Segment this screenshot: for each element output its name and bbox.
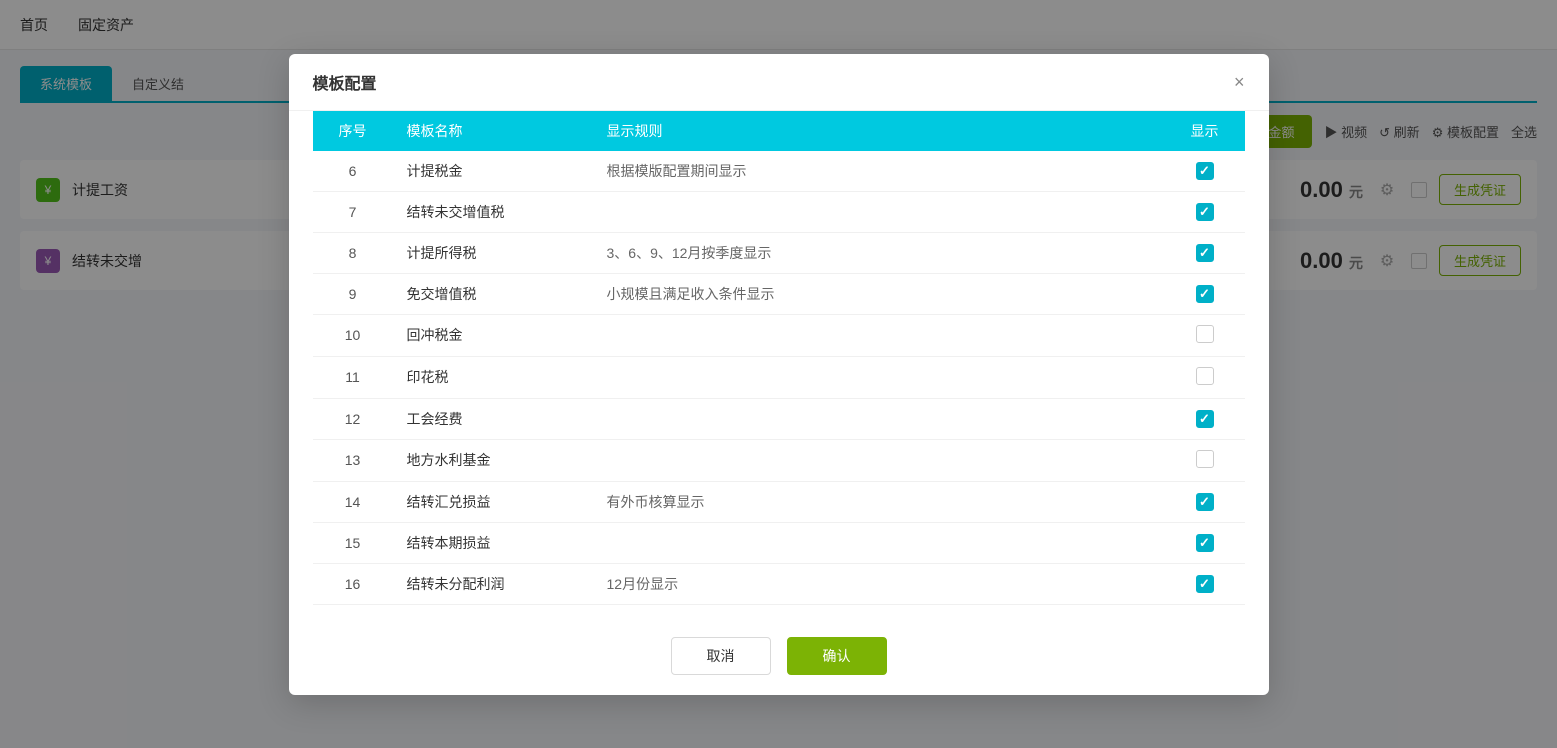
row-seq: 11 bbox=[313, 356, 393, 398]
row-checkbox[interactable] bbox=[1196, 367, 1214, 385]
row-seq: 15 bbox=[313, 522, 393, 563]
table-row: 15结转本期损益 bbox=[313, 522, 1245, 563]
close-icon[interactable]: × bbox=[1234, 73, 1245, 91]
row-rule bbox=[593, 439, 1165, 481]
row-name: 结转本期损益 bbox=[393, 522, 593, 563]
row-rule: 12月份显示 bbox=[593, 563, 1165, 604]
row-name: 计提所得税 bbox=[393, 232, 593, 273]
modal-footer: 取消 确认 bbox=[289, 621, 1269, 695]
row-rule bbox=[593, 356, 1165, 398]
row-name: 计提税金 bbox=[393, 151, 593, 192]
row-display bbox=[1165, 232, 1245, 273]
row-name: 回冲税金 bbox=[393, 314, 593, 356]
row-rule: 小规模且满足收入条件显示 bbox=[593, 273, 1165, 314]
table-row: 11印花税 bbox=[313, 356, 1245, 398]
table-row: 10回冲税金 bbox=[313, 314, 1245, 356]
row-rule bbox=[593, 522, 1165, 563]
row-seq: 10 bbox=[313, 314, 393, 356]
row-checkbox[interactable] bbox=[1196, 575, 1214, 593]
row-checkbox[interactable] bbox=[1196, 493, 1214, 511]
confirm-button[interactable]: 确认 bbox=[787, 637, 887, 675]
row-display bbox=[1165, 356, 1245, 398]
row-name: 地方水利基金 bbox=[393, 439, 593, 481]
row-display bbox=[1165, 151, 1245, 192]
row-display bbox=[1165, 191, 1245, 232]
table-row: 14结转汇兑损益有外币核算显示 bbox=[313, 481, 1245, 522]
row-display bbox=[1165, 273, 1245, 314]
row-rule bbox=[593, 314, 1165, 356]
modal-title: 模板配置 bbox=[313, 70, 377, 94]
table-row: 12工会经费 bbox=[313, 398, 1245, 439]
row-seq: 13 bbox=[313, 439, 393, 481]
row-seq: 6 bbox=[313, 151, 393, 192]
modal-header: 模板配置 × bbox=[289, 54, 1269, 111]
row-display bbox=[1165, 522, 1245, 563]
row-name: 免交增值税 bbox=[393, 273, 593, 314]
row-name: 工会经费 bbox=[393, 398, 593, 439]
table-row: 7结转未交增值税 bbox=[313, 191, 1245, 232]
row-rule bbox=[593, 398, 1165, 439]
table-body: 6计提税金根据模版配置期间显示7结转未交增值税8计提所得税3、6、9、12月按季… bbox=[313, 151, 1245, 605]
row-checkbox[interactable] bbox=[1196, 244, 1214, 262]
table-row: 16结转未分配利润12月份显示 bbox=[313, 563, 1245, 604]
row-display bbox=[1165, 439, 1245, 481]
table-row: 13地方水利基金 bbox=[313, 439, 1245, 481]
table-row: 9免交增值税小规模且满足收入条件显示 bbox=[313, 273, 1245, 314]
row-checkbox[interactable] bbox=[1196, 410, 1214, 428]
row-rule: 根据模版配置期间显示 bbox=[593, 151, 1165, 192]
row-seq: 14 bbox=[313, 481, 393, 522]
cancel-button[interactable]: 取消 bbox=[671, 637, 771, 675]
row-seq: 16 bbox=[313, 563, 393, 604]
table-header: 序号 模板名称 显示规则 显示 bbox=[313, 111, 1245, 151]
row-name: 结转汇兑损益 bbox=[393, 481, 593, 522]
row-name: 结转未交增值税 bbox=[393, 191, 593, 232]
row-rule bbox=[593, 191, 1165, 232]
row-checkbox[interactable] bbox=[1196, 285, 1214, 303]
col-display: 显示 bbox=[1165, 111, 1245, 151]
row-name: 结转未分配利润 bbox=[393, 563, 593, 604]
row-checkbox[interactable] bbox=[1196, 450, 1214, 468]
row-checkbox[interactable] bbox=[1196, 325, 1214, 343]
row-seq: 7 bbox=[313, 191, 393, 232]
modal-body: 序号 模板名称 显示规则 显示 6计提税金根据模版配置期间显示7结转未交增值税8… bbox=[289, 111, 1269, 621]
col-seq: 序号 bbox=[313, 111, 393, 151]
row-seq: 8 bbox=[313, 232, 393, 273]
table-row: 6计提税金根据模版配置期间显示 bbox=[313, 151, 1245, 192]
col-name: 模板名称 bbox=[393, 111, 593, 151]
row-seq: 12 bbox=[313, 398, 393, 439]
row-name: 印花税 bbox=[393, 356, 593, 398]
row-display bbox=[1165, 398, 1245, 439]
row-seq: 9 bbox=[313, 273, 393, 314]
row-rule: 有外币核算显示 bbox=[593, 481, 1165, 522]
row-checkbox[interactable] bbox=[1196, 203, 1214, 221]
table-row: 8计提所得税3、6、9、12月按季度显示 bbox=[313, 232, 1245, 273]
row-checkbox[interactable] bbox=[1196, 534, 1214, 552]
row-rule: 3、6、9、12月按季度显示 bbox=[593, 232, 1165, 273]
row-checkbox[interactable] bbox=[1196, 162, 1214, 180]
row-display bbox=[1165, 563, 1245, 604]
modal-overlay: 模板配置 × 序号 模板名称 显示规则 显示 6计提税金根据模版配置期间显示7结… bbox=[0, 0, 1557, 748]
col-rule: 显示规则 bbox=[593, 111, 1165, 151]
config-table: 序号 模板名称 显示规则 显示 6计提税金根据模版配置期间显示7结转未交增值税8… bbox=[313, 111, 1245, 605]
row-display bbox=[1165, 314, 1245, 356]
row-display bbox=[1165, 481, 1245, 522]
template-config-modal: 模板配置 × 序号 模板名称 显示规则 显示 6计提税金根据模版配置期间显示7结… bbox=[289, 54, 1269, 695]
